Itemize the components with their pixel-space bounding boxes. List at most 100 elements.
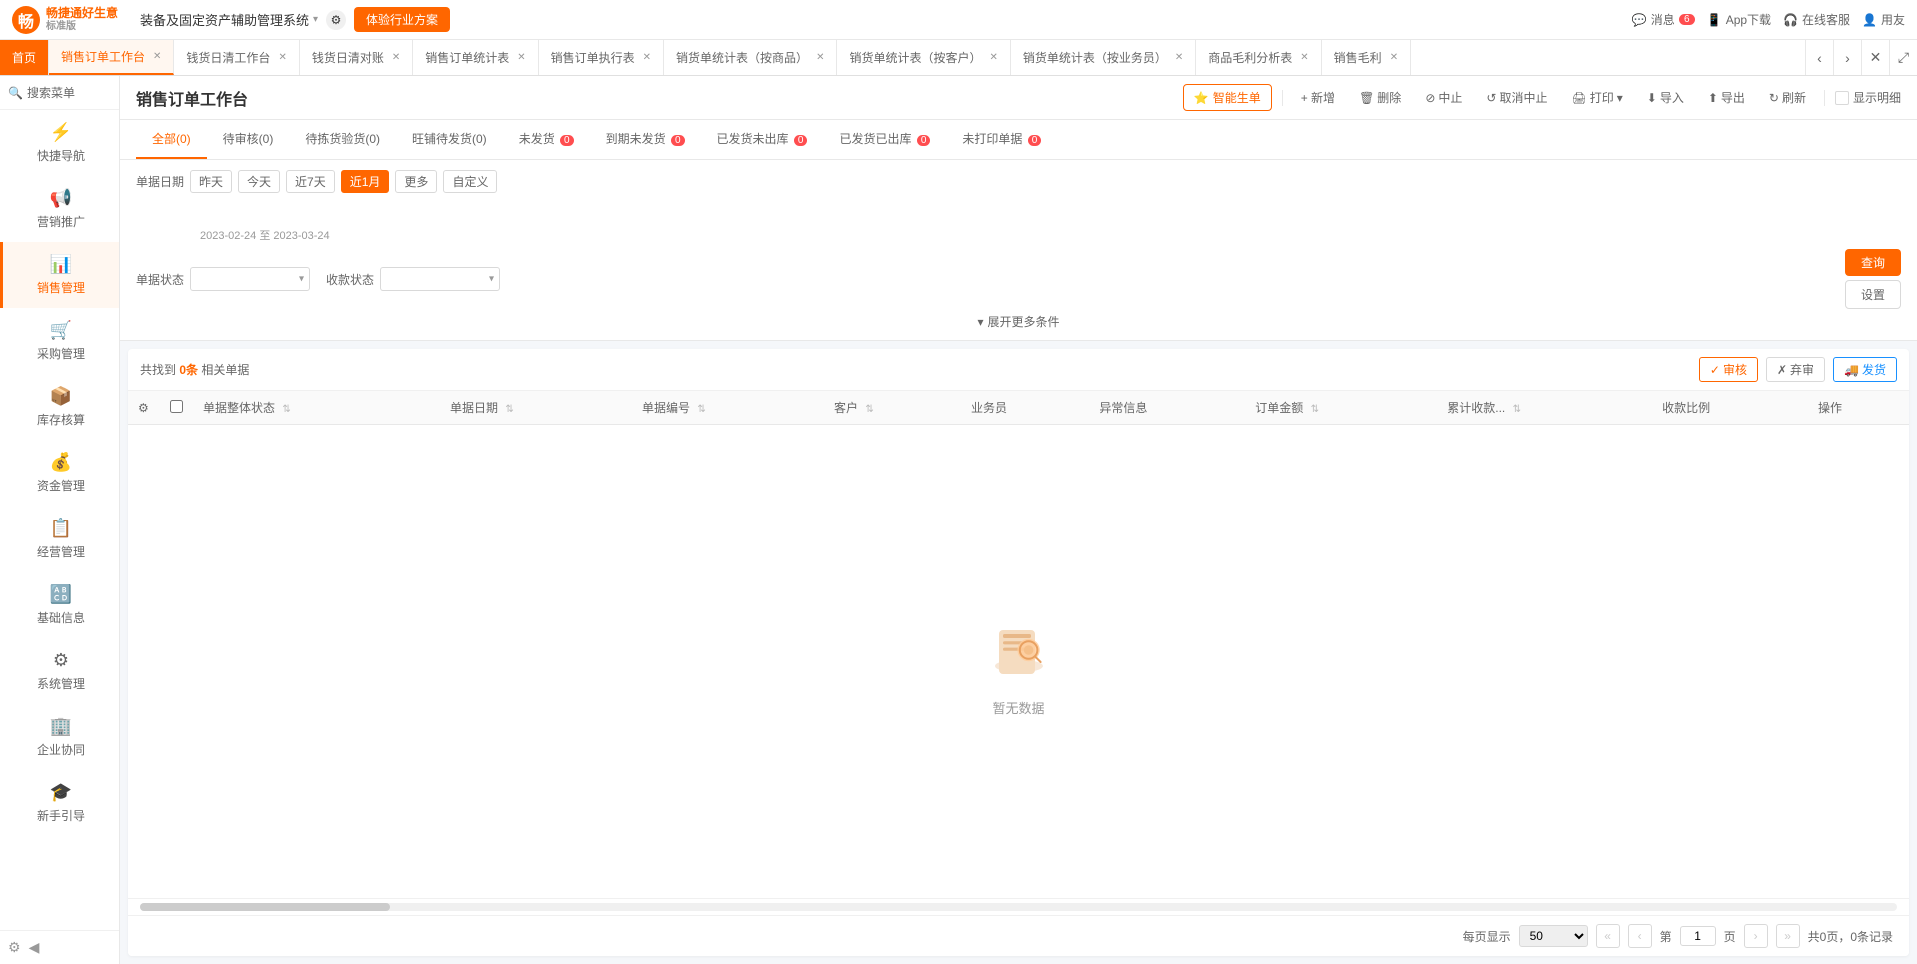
- sort-status-icon[interactable]: ⇅: [282, 404, 290, 415]
- new-btn[interactable]: + 新增: [1293, 85, 1343, 110]
- logo-line2: 标准版: [46, 21, 118, 33]
- expand-more-btn[interactable]: ▾ 展开更多条件: [136, 313, 1901, 330]
- sidebar-item-base[interactable]: 🔠 基础信息: [0, 572, 119, 638]
- first-page-btn[interactable]: «: [1596, 924, 1620, 948]
- tab-close-icon[interactable]: ✕: [392, 52, 400, 63]
- sub-tab-expired[interactable]: 到期未发货 0: [590, 120, 701, 159]
- sub-tab-pending-review[interactable]: 待审核(0): [207, 120, 290, 159]
- tab-close-icon[interactable]: ✕: [1300, 52, 1308, 63]
- prev-page-btn[interactable]: ‹: [1628, 924, 1652, 948]
- search-menu-btn[interactable]: 🔍 搜索菜单: [0, 76, 119, 110]
- sort-number-icon[interactable]: ⇅: [697, 404, 705, 415]
- print-btn[interactable]: 🖨 打印 ▾: [1563, 85, 1630, 110]
- tab-cash-clear[interactable]: 钱货日清工作台 ✕: [174, 40, 299, 75]
- show-detail-checkbox[interactable]: 显示明细: [1835, 89, 1901, 106]
- tab-close-icon[interactable]: ✕: [1390, 52, 1398, 63]
- industry-btn[interactable]: 体验行业方案: [354, 7, 450, 32]
- status-select[interactable]: [190, 267, 310, 291]
- sub-tab-wangpu[interactable]: 旺铺待发货(0): [396, 120, 503, 159]
- tab-home[interactable]: 首页: [0, 40, 49, 75]
- filter-row: 单据日期 昨天 今天 近7天 近1月 更多 自定义 2023-0: [136, 170, 1901, 243]
- tab-sales-prod[interactable]: 销货单统计表（按商品） ✕: [664, 40, 837, 75]
- online-service-btn[interactable]: 🎧 在线客服: [1783, 11, 1850, 28]
- stop-btn[interactable]: ⊘ 中止: [1417, 85, 1470, 110]
- sidebar-collapse-btn[interactable]: ◀: [29, 939, 40, 956]
- sidebar-item-finance[interactable]: 💰 资金管理: [0, 440, 119, 506]
- page-size-select[interactable]: 50 10 20 100: [1519, 925, 1588, 947]
- sort-collected-icon[interactable]: ⇅: [1513, 404, 1521, 415]
- sidebar-item-inventory[interactable]: 📦 库存核算: [0, 374, 119, 440]
- sort-amount-icon[interactable]: ⇅: [1311, 404, 1319, 415]
- app-download-btn[interactable]: 📱 App下载: [1707, 11, 1771, 28]
- sidebar-item-ops[interactable]: 📋 经营管理: [0, 506, 119, 572]
- sort-date-icon[interactable]: ⇅: [505, 404, 513, 415]
- tab-sales-exec[interactable]: 销售订单执行表 ✕: [539, 40, 664, 75]
- sub-tab-not-printed[interactable]: 未打印单据 0: [946, 120, 1057, 159]
- date-btn-7days[interactable]: 近7天: [286, 170, 335, 193]
- cancel-review-btn[interactable]: ✗ 弃审: [1766, 357, 1825, 382]
- last-page-btn[interactable]: »: [1776, 924, 1800, 948]
- date-btn-yesterday[interactable]: 昨天: [190, 170, 232, 193]
- sidebar-item-system[interactable]: ⚙ 系统管理: [0, 638, 119, 704]
- sidebar-item-guide[interactable]: 🎓 新手引导: [0, 770, 119, 836]
- tab-scroll-right-btn[interactable]: ›: [1833, 40, 1861, 76]
- sidebar-item-sales[interactable]: 📊 销售管理: [0, 242, 119, 308]
- sidebar-item-purchase[interactable]: 🛒 采购管理: [0, 308, 119, 374]
- message-badge: 6: [1679, 14, 1695, 25]
- sidebar-item-quicknav[interactable]: ⚡ 快捷导航: [0, 110, 119, 176]
- tab-sales-cust[interactable]: 销货单统计表（按客户） ✕: [837, 40, 1010, 75]
- export-icon: ⬆: [1708, 91, 1718, 105]
- date-btn-today[interactable]: 今天: [238, 170, 280, 193]
- tab-close-icon[interactable]: ✕: [278, 52, 286, 63]
- cancel-stop-btn[interactable]: ↺ 取消中止: [1478, 85, 1555, 110]
- tab-cash-match[interactable]: 钱货日清对账 ✕: [300, 40, 413, 75]
- select-all-checkbox[interactable]: [170, 400, 183, 413]
- message-btn[interactable]: 💬 消息 6: [1632, 11, 1695, 28]
- tab-sales-staff[interactable]: 销货单统计表（按业务员） ✕: [1011, 40, 1196, 75]
- tab-close-icon[interactable]: ✕: [989, 52, 997, 63]
- dropdown-arrow-icon[interactable]: ▾: [313, 14, 318, 25]
- tab-scroll-left-btn[interactable]: ‹: [1805, 40, 1833, 76]
- smart-gen-btn[interactable]: ⭐ 智能生单: [1183, 84, 1272, 111]
- sub-tab-all[interactable]: 全部(0): [136, 120, 207, 159]
- export-btn[interactable]: ⬆ 导出: [1700, 85, 1753, 110]
- import-btn[interactable]: ⬇ 导入: [1639, 85, 1692, 110]
- date-btn-1month[interactable]: 近1月: [341, 170, 390, 193]
- next-page-btn[interactable]: ›: [1744, 924, 1768, 948]
- page-input[interactable]: [1680, 926, 1716, 946]
- sidebar-item-marketing[interactable]: 📢 营销推广: [0, 176, 119, 242]
- sidebar-settings-btn[interactable]: ⚙: [8, 939, 21, 956]
- review-btn[interactable]: ✓ 审核: [1699, 357, 1758, 382]
- tab-close-icon[interactable]: ✕: [816, 52, 824, 63]
- filter-settings-btn[interactable]: 设置: [1845, 280, 1901, 309]
- delete-btn[interactable]: 🗑 删除: [1351, 85, 1409, 110]
- tab-sales-workbench[interactable]: 销售订单工作台 ✕: [49, 40, 174, 75]
- tab-goods-profit[interactable]: 商品毛利分析表 ✕: [1196, 40, 1321, 75]
- sidebar-item-corp[interactable]: 🏢 企业协同: [0, 704, 119, 770]
- date-btn-more[interactable]: 更多: [395, 170, 437, 193]
- tab-close-all-btn[interactable]: ✕: [1861, 40, 1889, 76]
- query-btn[interactable]: 查询: [1845, 249, 1901, 276]
- payment-select[interactable]: [380, 267, 500, 291]
- scroll-thumb[interactable]: [140, 903, 390, 911]
- tab-close-icon[interactable]: ✕: [643, 52, 651, 63]
- tab-close-icon[interactable]: ✕: [1175, 52, 1183, 63]
- date-btn-custom[interactable]: 自定义: [443, 170, 497, 193]
- sub-tab-shipped-out[interactable]: 已发货已出库 0: [823, 120, 946, 159]
- ship-btn[interactable]: 🚚 发货: [1833, 357, 1897, 382]
- tab-sales-stats[interactable]: 销售订单统计表 ✕: [413, 40, 538, 75]
- sort-customer-icon[interactable]: ⇅: [865, 404, 873, 415]
- tab-close-icon[interactable]: ✕: [517, 52, 525, 63]
- sub-tab-pending-inspect[interactable]: 待拣货验货(0): [289, 120, 396, 159]
- tab-fullscreen-btn[interactable]: ⤢: [1889, 40, 1917, 76]
- tab-sales-gross[interactable]: 销售毛利 ✕: [1322, 40, 1411, 75]
- user-menu-btn[interactable]: 👤 用友: [1862, 11, 1905, 28]
- payment-filter: 收款状态 ▾: [326, 267, 500, 291]
- settings-icon[interactable]: ⚙: [326, 10, 346, 30]
- horizontal-scroll-bar[interactable]: [128, 898, 1909, 915]
- refresh-btn[interactable]: ↻ 刷新: [1761, 85, 1814, 110]
- tab-close-icon[interactable]: ✕: [153, 51, 161, 62]
- sub-tab-not-shipped[interactable]: 未发货 0: [503, 120, 590, 159]
- col-settings[interactable]: ⚙: [128, 391, 160, 425]
- sub-tab-shipped-not-out[interactable]: 已发货未出库 0: [701, 120, 824, 159]
